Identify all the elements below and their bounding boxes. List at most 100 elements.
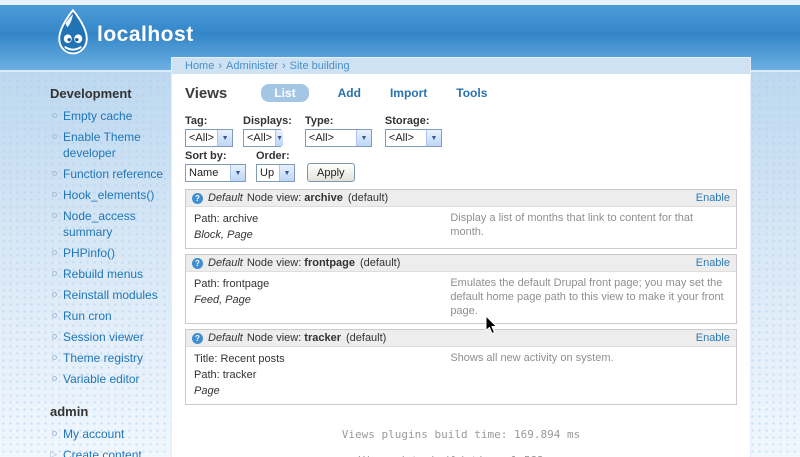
sidebar-item: ▷ Create content <box>38 445 172 457</box>
filter-tag: Tag: <All> ▼ <box>185 115 233 147</box>
view-displays: Page <box>194 385 220 397</box>
tab-list[interactable]: List <box>261 84 309 102</box>
filter-label-order: Order: <box>256 150 290 162</box>
filter-label-sortby: Sort by: <box>185 150 227 162</box>
enable-link[interactable]: Enable <box>696 192 730 204</box>
filter-row-2: Sort by: Name ▼ Order: Up ▼ Apply <box>185 150 737 182</box>
filter-displays: Displays: <All> ▼ <box>243 115 292 147</box>
view-name: archive <box>304 192 343 204</box>
sidebar-heading-development: Development <box>50 86 132 101</box>
bullet-icon <box>52 113 57 118</box>
sidebar-link-function-reference[interactable]: Function reference <box>63 167 163 181</box>
sidebar-link-session-viewer[interactable]: Session viewer <box>63 330 144 344</box>
selected-value: <All> <box>388 132 414 144</box>
tag-select[interactable]: <All> ▼ <box>185 129 233 147</box>
views-list: ? Default Node view: archive (default) E… <box>185 189 737 405</box>
enable-link[interactable]: Enable <box>696 257 730 269</box>
view-default-suffix: (default) <box>345 332 387 344</box>
filter-label-displays: Displays: <box>243 115 292 127</box>
sidebar-link-hook-elements-[interactable]: Hook_elements() <box>63 188 154 202</box>
view-name: frontpage <box>304 257 356 269</box>
sidebar-link-my-account[interactable]: My account <box>63 427 124 441</box>
selected-value: <All> <box>308 132 334 144</box>
view-displays: Feed, Page <box>194 294 251 306</box>
view-row: ? Default Node view: frontpage (default)… <box>185 254 737 324</box>
bullet-icon <box>52 292 57 297</box>
bullet-icon <box>52 250 57 255</box>
tab-import[interactable]: Import <box>390 86 427 100</box>
site-name-link[interactable]: localhost <box>97 23 194 47</box>
sidebar-item: PHPinfo() <box>38 243 172 264</box>
dropdown-arrow-icon: ▼ <box>275 130 284 146</box>
view-name: tracker <box>304 332 341 344</box>
breadcrumb-separator: › <box>281 60 286 72</box>
tab-add[interactable]: Add <box>338 86 361 100</box>
sidebar-link-empty-cache[interactable]: Empty cache <box>63 109 132 123</box>
selected-value: <All> <box>189 132 215 144</box>
sidebar-item: Reinstall modules <box>38 285 172 306</box>
view-default-suffix: (default) <box>360 257 401 269</box>
sidebar-link-rebuild-menus[interactable]: Rebuild menus <box>63 267 143 281</box>
help-icon[interactable]: ? <box>192 257 203 269</box>
view-type-label: Default <box>208 257 243 269</box>
breadcrumb: Home › Administer › Site building <box>172 57 750 74</box>
sidebar-link-create-content[interactable]: Create content <box>63 448 142 457</box>
view-kind-label: Node view: <box>246 257 302 269</box>
bullet-icon <box>52 431 57 436</box>
sortby-select[interactable]: Name ▼ <box>185 164 246 182</box>
sidebar-item: Session viewer <box>38 327 172 348</box>
drupal-logo-icon[interactable] <box>54 9 92 57</box>
enable-link[interactable]: Enable <box>696 332 730 344</box>
view-row: ? Default Node view: tracker (default) E… <box>185 329 737 405</box>
bullet-icon <box>52 171 57 176</box>
displays-select[interactable]: <All> ▼ <box>243 129 284 147</box>
view-description: Emulates the default Drupal front page; … <box>450 277 724 317</box>
sidebar-link-run-cron[interactable]: Run cron <box>63 309 112 323</box>
view-displays: Block, Page <box>194 229 253 241</box>
type-select[interactable]: <All> ▼ <box>304 129 372 147</box>
plugins-build-time: Views plugins build time: 169.894 ms <box>341 428 581 441</box>
filter-type: Type: <All> ▼ <box>304 115 372 147</box>
drupal-admin-page: localhost Development Empty cache Enable T… <box>0 0 800 457</box>
dropdown-arrow-icon: ▼ <box>230 165 245 181</box>
view-kind-label: Node view: <box>246 332 302 344</box>
help-icon[interactable]: ? <box>192 192 203 204</box>
sidebar-link-phpinfo-[interactable]: PHPinfo() <box>63 246 115 260</box>
breadcrumb-link-site-building[interactable]: Site building <box>290 60 350 72</box>
tab-tools[interactable]: Tools <box>456 86 487 100</box>
breadcrumb-link-home[interactable]: Home <box>185 60 214 72</box>
filter-label-tag: Tag: <box>185 115 208 127</box>
apply-button[interactable]: Apply <box>307 163 355 182</box>
view-detail-line: Path: frontpage <box>194 278 270 290</box>
sidebar-item: Hook_elements() <box>38 185 172 206</box>
breadcrumb-link-administer[interactable]: Administer <box>226 60 278 72</box>
collapsed-arrow-icon[interactable]: ▷ <box>50 449 60 457</box>
bullet-icon <box>52 313 57 318</box>
view-kind-label: Node view: <box>246 192 302 204</box>
selected-value: Up <box>260 167 275 179</box>
sidebar-item: Rebuild menus <box>38 264 172 285</box>
filter-order: Order: Up ▼ <box>256 150 295 182</box>
sidebar: Development Empty cache Enable Theme devel… <box>38 86 172 457</box>
order-select[interactable]: Up ▼ <box>256 164 295 182</box>
view-type-label: Default <box>208 192 243 204</box>
sidebar-link-node-access-summary[interactable]: Node_access summary <box>63 209 136 239</box>
storage-select[interactable]: <All> ▼ <box>384 129 442 147</box>
view-description: Shows all new activity on system. <box>450 352 614 364</box>
help-icon[interactable]: ? <box>192 332 203 344</box>
sidebar-link-theme-registry[interactable]: Theme registry <box>63 351 143 365</box>
sidebar-item: Node_access summary <box>38 206 172 243</box>
sidebar-link-enable-theme-developer[interactable]: Enable Theme developer <box>63 130 141 160</box>
bullet-icon <box>52 355 57 360</box>
view-default-suffix: (default) <box>347 192 389 204</box>
filter-label-storage: Storage: <box>384 115 430 127</box>
dropdown-arrow-icon: ▼ <box>355 130 371 146</box>
sidebar-link-reinstall-modules[interactable]: Reinstall modules <box>63 288 158 302</box>
filter-sortby: Sort by: Name ▼ <box>185 150 246 182</box>
view-detail-line: Title: Recent posts <box>194 353 285 365</box>
build-time-stats: Views plugins build time: 169.894 ms Vie… <box>185 428 737 457</box>
sidebar-link-variable-editor[interactable]: Variable editor <box>63 372 140 386</box>
view-row: ? Default Node view: archive (default) E… <box>185 189 737 249</box>
views-filters: Tag: <All> ▼ Displays: <All> ▼ Type: <All> ▼ Stor… <box>185 115 737 182</box>
sidebar-item: Run cron <box>38 306 172 327</box>
